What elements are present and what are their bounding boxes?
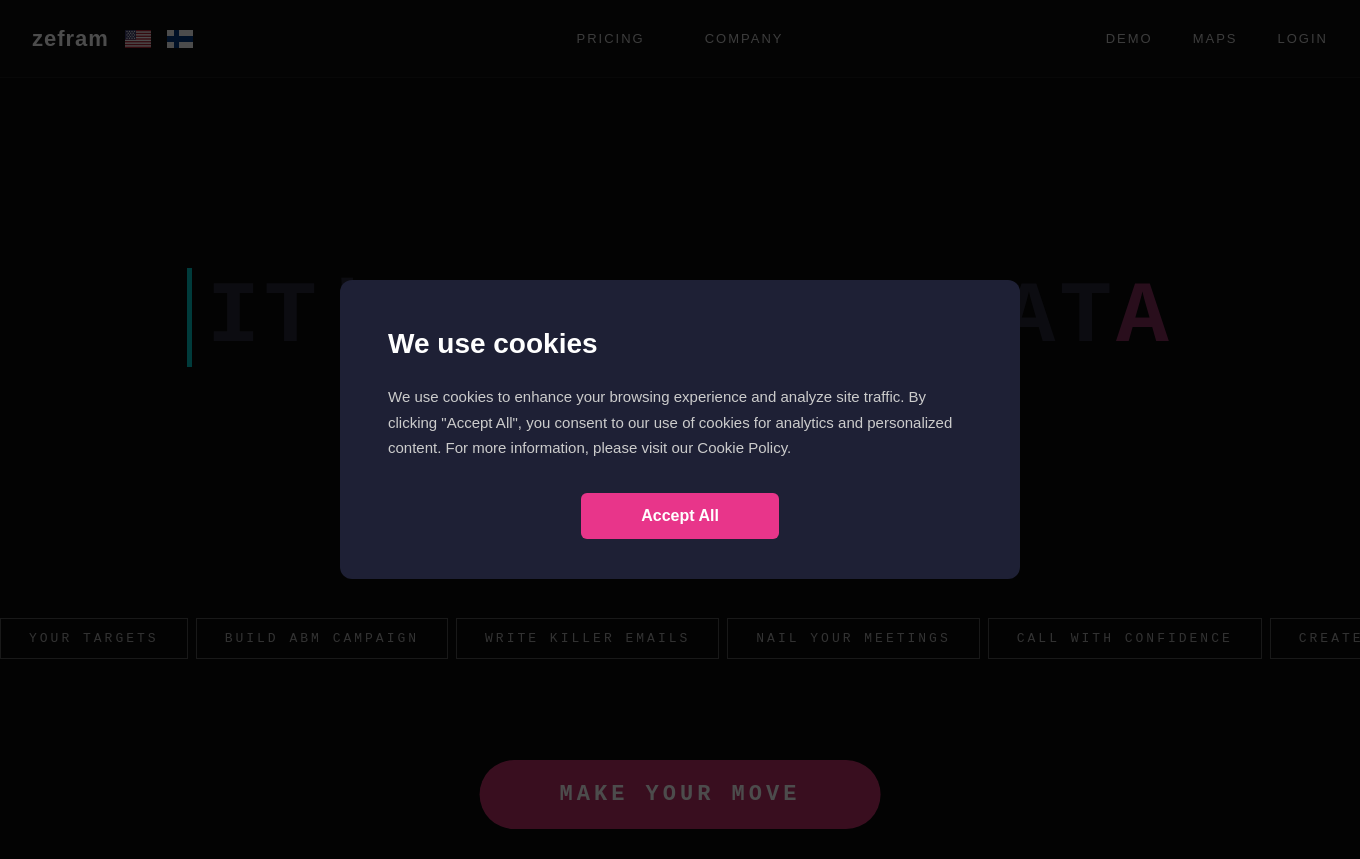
cookie-body: We use cookies to enhance your browsing …: [388, 384, 972, 461]
cookie-modal: We use cookies We use cookies to enhance…: [340, 280, 1020, 579]
cookie-title: We use cookies: [388, 328, 972, 360]
cookie-overlay: We use cookies We use cookies to enhance…: [0, 0, 1360, 859]
accept-all-button[interactable]: Accept All: [581, 493, 779, 539]
cookie-buttons: Accept All: [388, 493, 972, 539]
